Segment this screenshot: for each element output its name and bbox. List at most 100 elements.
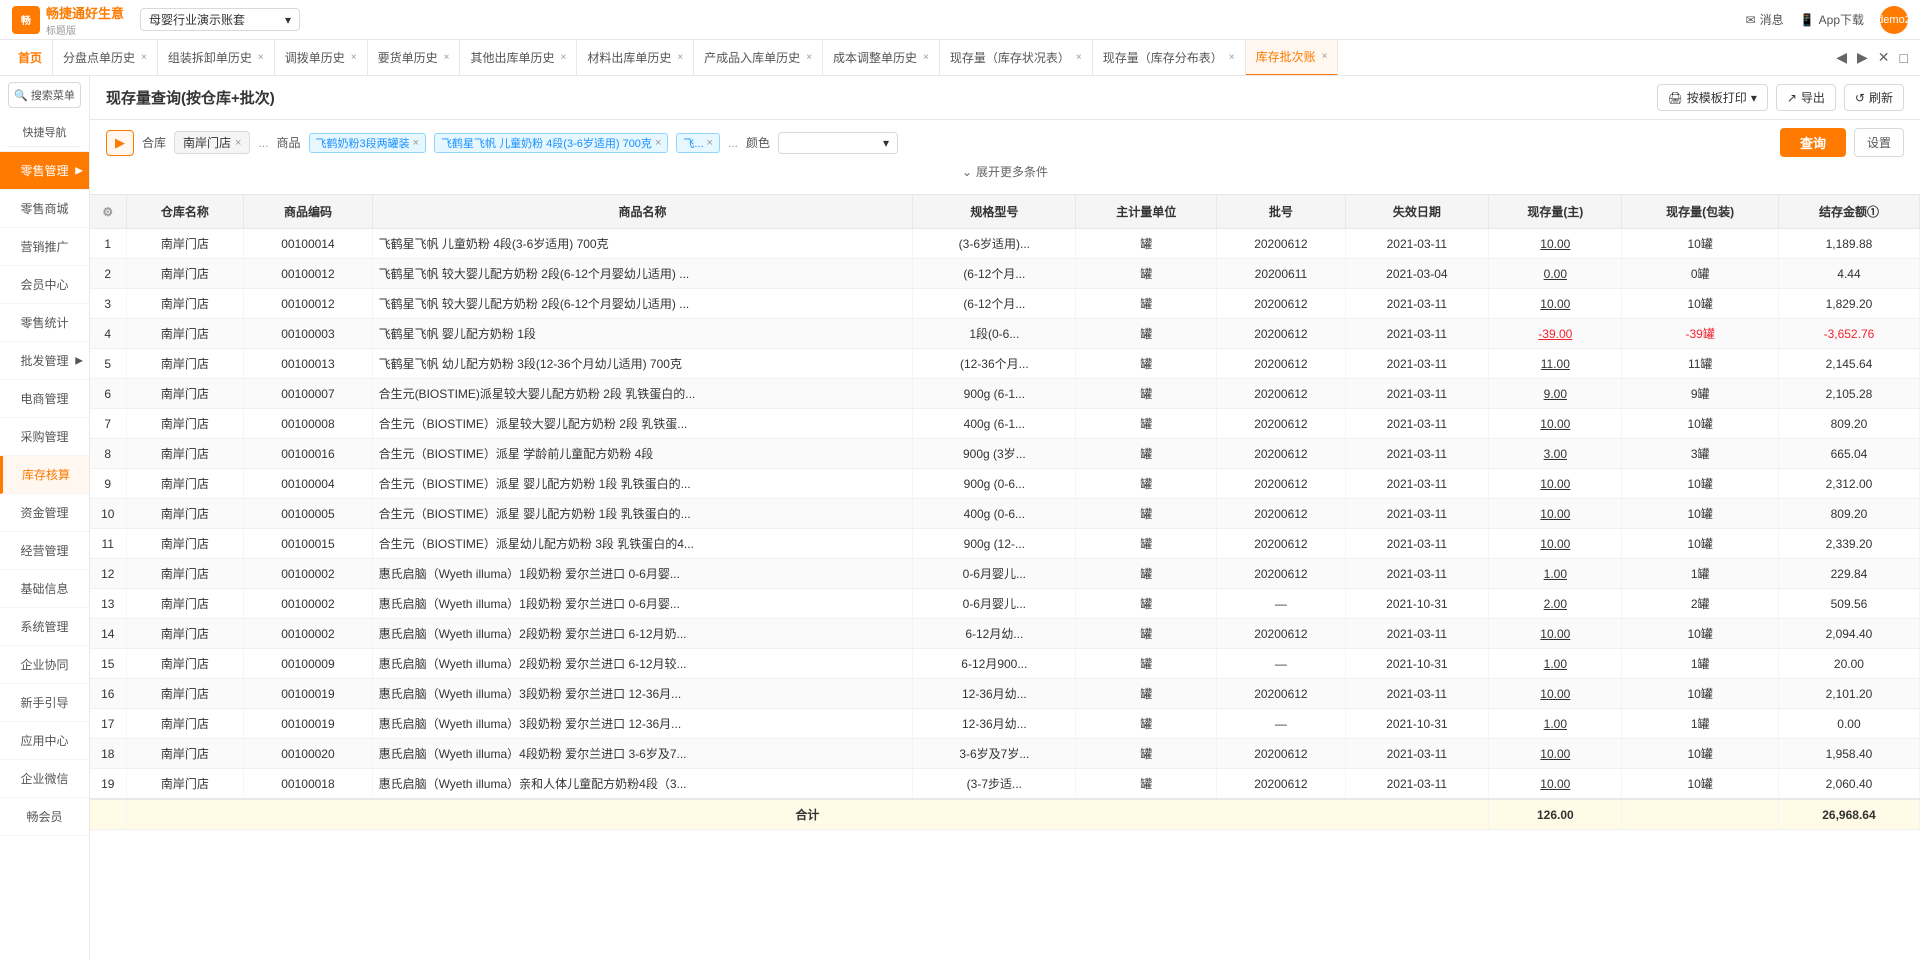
sidebar-item-purchase[interactable]: 采购管理 xyxy=(0,418,89,456)
tab-close-all-btn[interactable]: ✕ xyxy=(1874,47,1894,68)
filter-expand-btn[interactable]: ▶ xyxy=(106,130,134,156)
tab-next-btn[interactable]: ▶ xyxy=(1853,47,1872,68)
expand-more-conditions[interactable]: ⌄ 展开更多条件 xyxy=(106,157,1904,186)
settings-icon[interactable]: ⚙ xyxy=(102,205,113,219)
template-print-btn[interactable]: 🖨 按模板打印 ▾ xyxy=(1657,84,1768,111)
row-qty-main[interactable]: 10.00 xyxy=(1489,769,1622,800)
row-warehouse: 南岸门店 xyxy=(126,499,244,529)
row-qty-main[interactable]: 0.00 xyxy=(1489,259,1622,289)
sidebar-item-inventory[interactable]: 库存核算 xyxy=(0,456,89,494)
tab-close-icon[interactable]: × xyxy=(141,52,147,63)
row-qty-main[interactable]: 1.00 xyxy=(1489,649,1622,679)
tab-7[interactable]: 产成品入库单历史 × xyxy=(694,40,823,76)
sidebar-item-corp-wechat[interactable]: 企业微信 xyxy=(0,760,89,798)
query-btn[interactable]: 查询 xyxy=(1780,128,1846,157)
table-row: 9 南岸门店 00100004 合生元（BIOSTIME）派星 婴儿配方奶粉 1… xyxy=(90,469,1920,499)
sidebar-item-app-center[interactable]: 应用中心 xyxy=(0,722,89,760)
tab-close-icon[interactable]: × xyxy=(677,52,683,63)
warehouse-remove-btn[interactable]: × xyxy=(235,137,241,149)
row-warehouse: 南岸门店 xyxy=(126,259,244,289)
product-tag-2-remove[interactable]: × xyxy=(655,137,661,149)
tab-1[interactable]: 分盘点单历史 × xyxy=(53,40,158,76)
tab-4[interactable]: 要货单历史 × xyxy=(368,40,461,76)
row-qty-main[interactable]: 3.00 xyxy=(1489,439,1622,469)
product-tag-1-remove[interactable]: × xyxy=(413,137,419,149)
tab-prev-btn[interactable]: ◀ xyxy=(1832,47,1851,68)
row-qty-main[interactable]: 9.00 xyxy=(1489,379,1622,409)
row-code: 00100016 xyxy=(244,439,372,469)
tab-close-icon[interactable]: × xyxy=(1076,52,1082,63)
row-code: 00100012 xyxy=(244,289,372,319)
tab-10[interactable]: 现存量（库存分布表） × xyxy=(1093,40,1246,76)
tab-9[interactable]: 现存量（库存状况表） × xyxy=(940,40,1093,76)
tab-3[interactable]: 调拨单历史 × xyxy=(275,40,368,76)
row-unit: 罐 xyxy=(1076,559,1217,589)
tab-close-icon[interactable]: × xyxy=(806,52,812,63)
row-qty-main[interactable]: 1.00 xyxy=(1489,559,1622,589)
sidebar-item-vip[interactable]: 畅会员 xyxy=(0,798,89,836)
sidebar-item-basics[interactable]: 基础信息 xyxy=(0,570,89,608)
row-qty-main[interactable]: 2.00 xyxy=(1489,589,1622,619)
row-qty-main[interactable]: 10.00 xyxy=(1489,409,1622,439)
tab-6[interactable]: 材料出库单历史 × xyxy=(577,40,694,76)
sidebar-item-corp[interactable]: 企业协同 xyxy=(0,646,89,684)
sidebar-item-ecommerce[interactable]: 电商管理 xyxy=(0,380,89,418)
row-qty-main[interactable]: 10.00 xyxy=(1489,499,1622,529)
tab-8[interactable]: 成本调整单历史 × xyxy=(823,40,940,76)
product-more-btn[interactable]: ... xyxy=(728,136,738,150)
row-qty-main[interactable]: 10.00 xyxy=(1489,619,1622,649)
sidebar-item-finance[interactable]: 资金管理 xyxy=(0,494,89,532)
tab-close-icon[interactable]: × xyxy=(444,52,450,63)
quick-nav-btn[interactable]: 快捷导航 xyxy=(8,118,81,147)
footer-amount: 26,968.64 xyxy=(1778,799,1919,830)
sidebar-item-guide[interactable]: 新手引导 xyxy=(0,684,89,722)
sidebar-item-system[interactable]: 系统管理 xyxy=(0,608,89,646)
sidebar-item-retail-mgmt[interactable]: 零售管理 ▶ xyxy=(0,152,89,190)
avatar[interactable]: demo2 xyxy=(1880,6,1908,34)
row-qty-main[interactable]: 1.00 xyxy=(1489,709,1622,739)
refresh-btn[interactable]: ↺ 刷新 xyxy=(1844,84,1904,111)
sidebar-item-retail-stats[interactable]: 零售统计 xyxy=(0,304,89,342)
settings-btn[interactable]: 设置 xyxy=(1854,128,1904,157)
row-code: 00100009 xyxy=(244,649,372,679)
row-qty-main[interactable]: 10.00 xyxy=(1489,529,1622,559)
row-warehouse: 南岸门店 xyxy=(126,529,244,559)
export-icon: ↗ xyxy=(1787,91,1797,105)
tab-close-icon[interactable]: × xyxy=(1322,51,1328,62)
product-tag-3-remove[interactable]: × xyxy=(707,137,713,149)
row-spec: 12-36月幼... xyxy=(913,679,1076,709)
row-unit: 罐 xyxy=(1076,679,1217,709)
row-qty-main[interactable]: 10.00 xyxy=(1489,739,1622,769)
row-unit: 罐 xyxy=(1076,589,1217,619)
tab-home[interactable]: 首页 xyxy=(8,40,53,76)
tab-5[interactable]: 其他出库单历史 × xyxy=(460,40,577,76)
sidebar-item-wholesale[interactable]: 批发管理 ▶ xyxy=(0,342,89,380)
export-btn[interactable]: ↗ 导出 xyxy=(1776,84,1836,111)
messages-btn[interactable]: ✉ 消息 xyxy=(1746,11,1784,28)
row-qty-main[interactable]: -39.00 xyxy=(1489,319,1622,349)
color-filter-dropdown[interactable]: ▾ xyxy=(778,132,898,154)
tab-close-icon[interactable]: × xyxy=(258,52,264,63)
row-qty-main[interactable]: 11.00 xyxy=(1489,349,1622,379)
sidebar-item-operations[interactable]: 经营管理 xyxy=(0,532,89,570)
row-name: 惠氏启脑（Wyeth illuma）2段奶粉 爱尔兰进口 6-12月较... xyxy=(372,649,913,679)
row-qty-main[interactable]: 10.00 xyxy=(1489,229,1622,259)
warehouse-more-btn[interactable]: ... xyxy=(258,136,268,150)
row-qty-main[interactable]: 10.00 xyxy=(1489,289,1622,319)
tab-close-icon[interactable]: × xyxy=(1229,52,1235,63)
tab-11[interactable]: 库存批次账 × xyxy=(1246,40,1339,76)
search-menu-btn[interactable]: 🔍 搜索菜单 xyxy=(8,82,81,108)
row-qty-main[interactable]: 10.00 xyxy=(1489,679,1622,709)
tab-2[interactable]: 组装拆卸单历史 × xyxy=(158,40,275,76)
sidebar-item-retail-mall[interactable]: 零售商城 xyxy=(0,190,89,228)
footer-empty2 xyxy=(1622,799,1778,830)
tab-close-icon[interactable]: × xyxy=(560,52,566,63)
tab-maximize-btn[interactable]: □ xyxy=(1896,48,1912,68)
app-download-btn[interactable]: 📱 App下载 xyxy=(1800,11,1864,28)
sidebar-item-member[interactable]: 会员中心 xyxy=(0,266,89,304)
row-qty-main[interactable]: 10.00 xyxy=(1489,469,1622,499)
account-selector[interactable]: 母婴行业演示账套 ▾ xyxy=(140,8,300,31)
tab-close-icon[interactable]: × xyxy=(923,52,929,63)
sidebar-item-marketing[interactable]: 营销推广 xyxy=(0,228,89,266)
tab-close-icon[interactable]: × xyxy=(351,52,357,63)
